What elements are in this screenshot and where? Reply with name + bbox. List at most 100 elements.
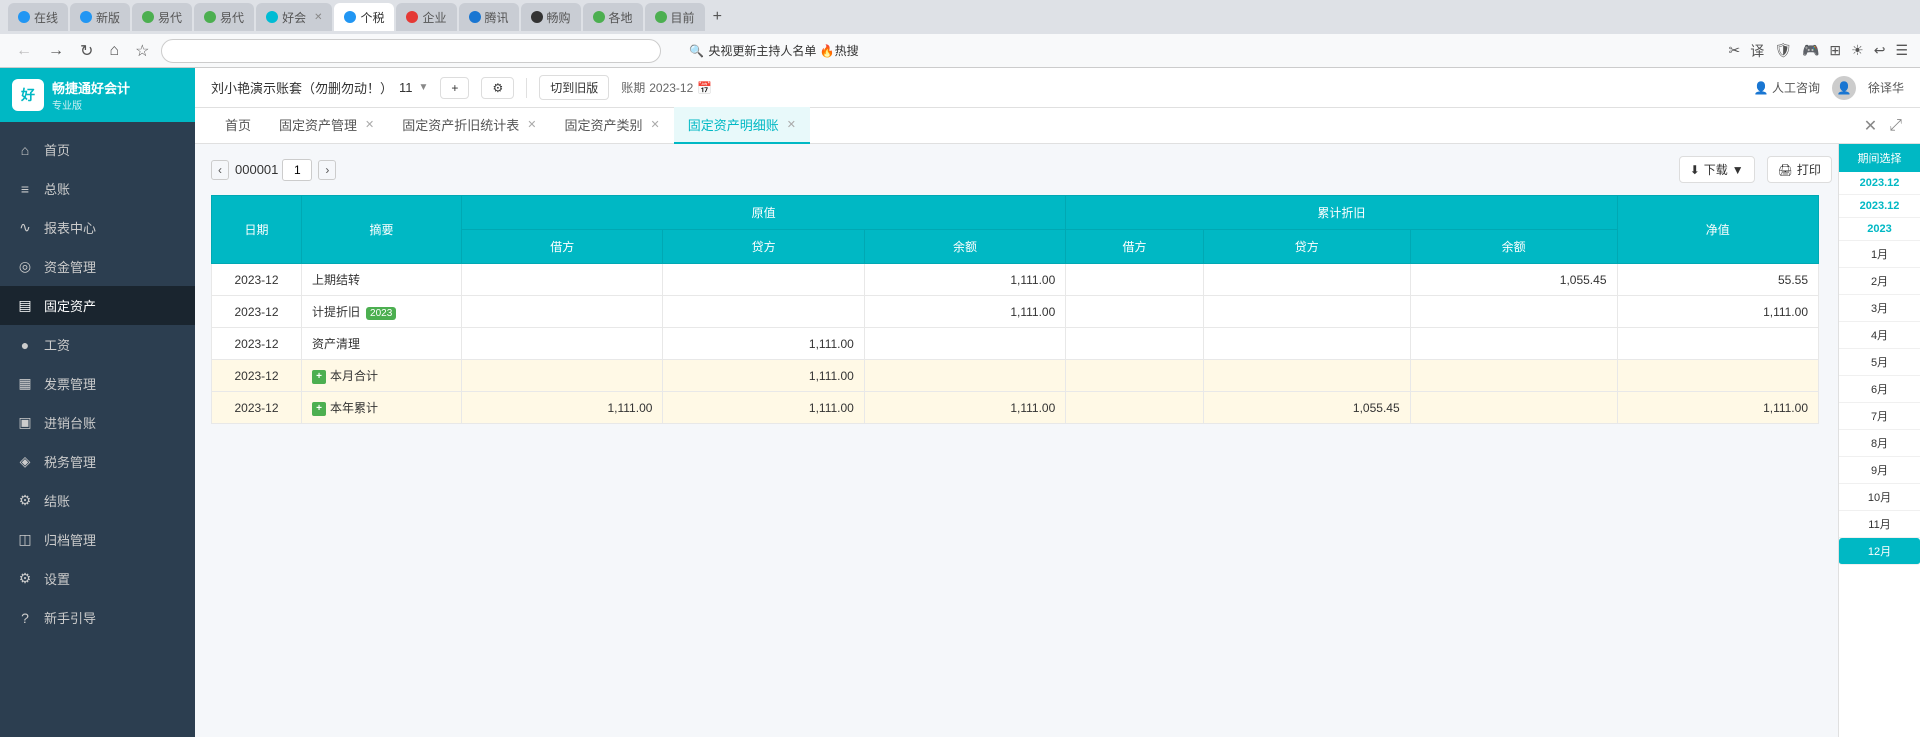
customer-service-btn[interactable]: 👤 人工咨询 — [1754, 79, 1820, 96]
brightness-icon[interactable]: ☀ — [1851, 42, 1864, 59]
page-tab-fixed-asset-mgmt[interactable]: 固定资产管理✕ — [265, 107, 388, 144]
undo-icon[interactable]: ↩ — [1874, 42, 1886, 59]
back-button[interactable]: ← — [12, 40, 36, 62]
page-tab-home[interactable]: 首页 — [211, 107, 265, 144]
page-tab-close-icon[interactable]: ✕ — [651, 118, 660, 131]
page-tab-fixed-asset-depreciation[interactable]: 固定资产折旧统计表 ✕ — [388, 107, 550, 144]
address-bar: ← → ↻ ⌂ ☆ https://cloud.chanjet.com/acco… — [0, 34, 1920, 68]
period-month-6[interactable]: 6月 — [1839, 376, 1920, 403]
tab-label-t1: 在线 — [34, 9, 58, 26]
new-tab-button[interactable]: + — [707, 8, 728, 26]
sidebar-item-salary[interactable]: ●工资 — [0, 325, 195, 364]
sidebar-item-checkout[interactable]: ⚙结账 — [0, 481, 195, 520]
page-tab-label-home: 首页 — [225, 115, 251, 134]
tab-close-icon[interactable]: ✕ — [314, 12, 322, 23]
page-tab-fixed-asset-category[interactable]: 固定资产类别✕ — [550, 107, 673, 144]
tab-favicon-t10 — [593, 11, 605, 23]
table-row: 2023-12 计提折旧2023 1,111.00 1,111.00 — [212, 296, 1819, 328]
user-avatar[interactable]: 👤 — [1832, 76, 1856, 100]
browser-tab-t7[interactable]: 企业 — [396, 3, 456, 31]
page-tab-fixed-asset-detail[interactable]: 固定资产明细账✕ — [674, 107, 810, 144]
top-bar-right: 👤 人工咨询 👤 徐译华 — [1754, 76, 1904, 100]
browser-tab-t1[interactable]: 在线 — [8, 3, 68, 31]
period-year[interactable]: 2023 — [1839, 218, 1920, 241]
cell-acc-balance — [1410, 360, 1617, 392]
menu-icon[interactable]: ☰ — [1895, 42, 1908, 59]
search-text: 央视更新主持人名单 🔥热搜 — [708, 42, 858, 59]
add-account-button[interactable]: + — [440, 77, 469, 99]
page-tab-close-icon[interactable]: ✕ — [365, 118, 374, 131]
page-tab-label-fixed-asset-depreciation: 固定资产折旧统计表 — [402, 115, 519, 134]
browser-tab-t2[interactable]: 新版 — [70, 3, 130, 31]
period-selected-1[interactable]: 2023.12 — [1839, 172, 1920, 195]
period-month-11[interactable]: 11月 — [1839, 511, 1920, 538]
next-page-button[interactable]: › — [318, 160, 336, 180]
prev-page-button[interactable]: ‹ — [211, 160, 229, 180]
browser-tab-t9[interactable]: 畅购 — [521, 3, 581, 31]
browser-tab-t6[interactable]: 个税 — [334, 3, 394, 31]
period-month-8[interactable]: 8月 — [1839, 430, 1920, 457]
reload-button[interactable]: ↻ — [76, 39, 97, 63]
game-icon[interactable]: 🎮 — [1802, 42, 1819, 59]
print-button[interactable]: 🖨 打印 — [1767, 156, 1832, 183]
sidebar-item-ledger[interactable]: ≡总账 — [0, 169, 195, 208]
search-box: 🔍 央视更新主持人名单 🔥热搜 — [689, 42, 858, 59]
period-month-9[interactable]: 9月 — [1839, 457, 1920, 484]
sidebar-item-settings[interactable]: ⚙设置 — [0, 559, 195, 598]
browser-tab-t8[interactable]: 腾讯 — [459, 3, 519, 31]
grid-icon[interactable]: ⊞ — [1829, 42, 1841, 59]
th-accumulated-depreciation: 累计折旧 — [1066, 196, 1617, 230]
period-month-3[interactable]: 3月 — [1839, 295, 1920, 322]
sidebar-item-fixed-assets[interactable]: ▤固定资产 — [0, 286, 195, 325]
period-month-4[interactable]: 4月 — [1839, 322, 1920, 349]
cell-acc-credit — [1203, 328, 1410, 360]
sidebar-icon-reports: ∿ — [16, 219, 34, 237]
period-month-7[interactable]: 7月 — [1839, 403, 1920, 430]
sidebar-item-stock[interactable]: ▣进销台账 — [0, 403, 195, 442]
logo-title: 畅捷通好会计 — [52, 78, 130, 97]
sidebar-item-tax[interactable]: ◈税务管理 — [0, 442, 195, 481]
browser-tab-t11[interactable]: 目前 — [645, 3, 705, 31]
cell-acc-debit — [1066, 264, 1204, 296]
download-icon: ⬇ — [1690, 163, 1700, 177]
browser-tab-t5[interactable]: 好会✕ — [256, 3, 332, 31]
sidebar-item-invoice[interactable]: ▦发票管理 — [0, 364, 195, 403]
bookmark-button[interactable]: ☆ — [131, 39, 153, 63]
sidebar-item-archive[interactable]: ◫归档管理 — [0, 520, 195, 559]
browser-tab-t10[interactable]: 各地 — [583, 3, 643, 31]
address-input[interactable]: https://cloud.chanjet.com/accounting/uw1… — [161, 39, 661, 63]
cell-acc-credit — [1203, 264, 1410, 296]
user-name: 徐译华 — [1868, 79, 1904, 96]
period-month-5[interactable]: 5月 — [1839, 349, 1920, 376]
print-icon: 🖨 — [1778, 163, 1793, 177]
forward-button[interactable]: → — [44, 40, 68, 62]
browser-tab-t4[interactable]: 易代 — [194, 3, 254, 31]
switch-version-button[interactable]: 切到旧版 — [539, 75, 609, 100]
home-button[interactable]: ⌂ — [105, 40, 123, 62]
account-selector[interactable]: 刘小艳演示账套（勿删勿动！） 11 ▼ — [211, 78, 428, 97]
page-tab-close-icon[interactable]: ✕ — [527, 118, 536, 131]
sidebar-item-home[interactable]: ⌂首页 — [0, 130, 195, 169]
browser-tab-t3[interactable]: 易代 — [132, 3, 192, 31]
page-input[interactable] — [282, 159, 312, 181]
sidebar-label-home: 首页 — [44, 140, 70, 159]
sidebar-item-reports[interactable]: ∿报表中心 — [0, 208, 195, 247]
period-month-12[interactable]: 12月 — [1839, 538, 1920, 565]
settings-icon[interactable]: ⚙ — [481, 77, 514, 99]
browser-chrome: 在线新版易代易代好会✕个税企业腾讯畅购各地目前 + ← → ↻ ⌂ ☆ http… — [0, 0, 1920, 68]
close-tab-button[interactable]: ✕ — [1862, 114, 1879, 138]
sidebar-item-guide[interactable]: ?新手引导 — [0, 598, 195, 637]
tab-label-t11: 目前 — [671, 9, 695, 26]
period-month-1[interactable]: 1月 — [1839, 241, 1920, 268]
scissors-icon[interactable]: ✂ — [1728, 42, 1740, 59]
page-tab-close-icon[interactable]: ✕ — [787, 118, 796, 131]
period-month-2[interactable]: 2月 — [1839, 268, 1920, 295]
sidebar-item-fund[interactable]: ◎资金管理 — [0, 247, 195, 286]
download-button[interactable]: ⬇ 下载 ▼ — [1679, 156, 1755, 183]
period-selected-2[interactable]: 2023.12 — [1839, 195, 1920, 218]
period-month-10[interactable]: 10月 — [1839, 484, 1920, 511]
shield-icon[interactable]: 🛡 — [1774, 42, 1792, 59]
calendar-icon[interactable]: 📅 — [697, 81, 712, 95]
translate-icon[interactable]: 译 — [1750, 41, 1764, 61]
expand-tab-button[interactable]: ⤢ — [1887, 115, 1904, 137]
